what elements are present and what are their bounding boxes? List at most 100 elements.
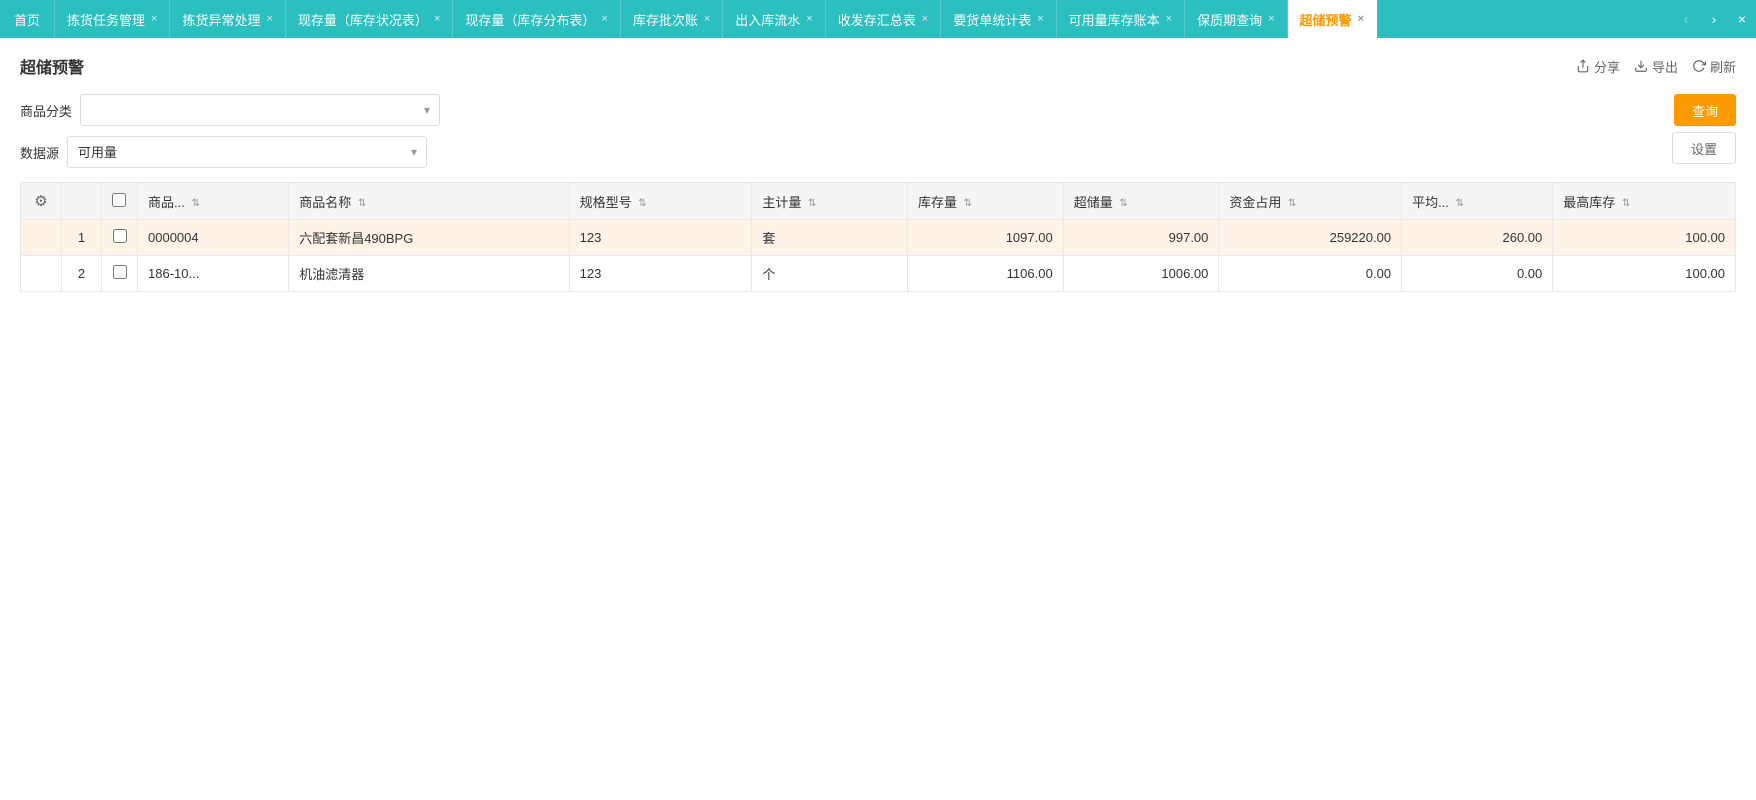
nav-item-collect[interactable]: 收发存汇总表 ×	[826, 0, 941, 38]
td-unit: 个	[752, 256, 908, 292]
close-tab-icon[interactable]: ×	[434, 13, 440, 25]
settings-icon[interactable]: ⚙	[31, 191, 51, 211]
td-stock: 1106.00	[908, 256, 1064, 292]
nav-arrows: ‹ › ×	[1672, 0, 1756, 38]
page-title: 超储预警	[20, 54, 84, 78]
td-stock: 1097.00	[908, 220, 1064, 256]
filter-category-group: 商品分类	[20, 94, 440, 126]
nav-label: 现存量（库存分布表）	[465, 10, 595, 29]
nav-label: 现存量（库存状况表）	[298, 10, 428, 29]
sort-icon: ⇅	[1622, 198, 1630, 209]
th-unit[interactable]: 主计量 ⇅	[752, 183, 908, 220]
datasource-select[interactable]: 可用量 实际库存	[67, 136, 427, 168]
td-overstock: 1006.00	[1063, 256, 1219, 292]
sort-icon: ⇅	[808, 198, 816, 209]
th-settings[interactable]: ⚙	[21, 183, 62, 220]
th-index	[62, 183, 102, 220]
nav-item-stock-dist[interactable]: 现存量（库存分布表） ×	[453, 0, 620, 38]
nav-label: 收发存汇总表	[838, 10, 916, 29]
th-max-stock[interactable]: 最高库存 ⇅	[1553, 183, 1736, 220]
table-row: 1 0000004 六配套新昌490BPG 123 套 1097.00 997.…	[21, 220, 1736, 256]
table-row: 2 186-10... 机油滤清器 123 个 1106.00 1006.00 …	[21, 256, 1736, 292]
sort-icon: ⇅	[638, 198, 646, 209]
query-button[interactable]: 查询	[1674, 94, 1736, 126]
th-product-code[interactable]: 商品... ⇅	[138, 183, 289, 220]
filter-datasource-group: 数据源 可用量 实际库存	[20, 136, 440, 168]
close-tab-icon[interactable]: ×	[1166, 13, 1172, 25]
nav-prev-button[interactable]: ‹	[1672, 0, 1700, 38]
td-unit: 套	[752, 220, 908, 256]
select-all-checkbox[interactable]	[112, 193, 126, 207]
td-product-name: 机油滤清器	[289, 256, 569, 292]
td-capital: 0.00	[1219, 256, 1402, 292]
home-label: 首页	[14, 10, 40, 29]
nav-item-task-manage[interactable]: 拣货任务管理 ×	[55, 0, 170, 38]
table-wrap: ⚙ 商品... ⇅ 商品名称 ⇅ 规格型号	[20, 182, 1736, 292]
nav-label: 出入库流水	[735, 10, 800, 29]
td-empty	[21, 220, 62, 256]
refresh-button[interactable]: 刷新	[1692, 57, 1736, 76]
td-empty	[21, 256, 62, 292]
nav-item-quality[interactable]: 保质期查询 ×	[1185, 0, 1287, 38]
nav-next-button[interactable]: ›	[1700, 0, 1728, 38]
close-tab-icon[interactable]: ×	[1358, 13, 1364, 25]
td-index: 2	[62, 256, 102, 292]
sort-icon: ⇅	[1456, 198, 1464, 209]
nav-label: 要货单统计表	[953, 10, 1031, 29]
nav-label: 保质期查询	[1197, 10, 1262, 29]
nav-item-stock-status[interactable]: 现存量（库存状况表） ×	[286, 0, 453, 38]
th-stock[interactable]: 库存量 ⇅	[908, 183, 1064, 220]
sort-icon: ⇅	[191, 198, 199, 209]
td-index: 1	[62, 220, 102, 256]
th-avg[interactable]: 平均... ⇅	[1402, 183, 1553, 220]
th-spec[interactable]: 规格型号 ⇅	[569, 183, 752, 220]
export-button[interactable]: 导出	[1634, 57, 1678, 76]
setting-button[interactable]: 设置	[1672, 132, 1736, 164]
nav-item-inout-flow[interactable]: 出入库流水 ×	[723, 0, 825, 38]
td-spec: 123	[569, 220, 752, 256]
export-icon	[1634, 59, 1648, 73]
category-label: 商品分类	[20, 101, 72, 120]
close-tab-icon[interactable]: ×	[806, 13, 812, 25]
close-tab-icon[interactable]: ×	[601, 13, 607, 25]
close-tab-icon[interactable]: ×	[151, 13, 157, 25]
td-avg: 0.00	[1402, 256, 1553, 292]
nav-item-batch[interactable]: 库存批次账 ×	[621, 0, 723, 38]
td-max-stock: 100.00	[1553, 256, 1736, 292]
nav-label: 可用量库存账本	[1069, 10, 1160, 29]
nav-item-order-stat[interactable]: 要货单统计表 ×	[941, 0, 1056, 38]
row-checkbox[interactable]	[113, 229, 127, 243]
page-header: 超储预警 分享 导出 刷新	[20, 54, 1736, 78]
nav-label: 拣货任务管理	[67, 10, 145, 29]
nav-item-avail-stock[interactable]: 可用量库存账本 ×	[1057, 0, 1185, 38]
row-checkbox[interactable]	[113, 265, 127, 279]
nav-item-overstock[interactable]: 超储预警 ×	[1288, 0, 1377, 38]
th-overstock[interactable]: 超储量 ⇅	[1063, 183, 1219, 220]
category-select[interactable]	[80, 94, 440, 126]
nav-close-all-button[interactable]: ×	[1728, 0, 1756, 38]
nav-home[interactable]: 首页	[0, 0, 55, 38]
td-checkbox	[102, 220, 138, 256]
th-capital[interactable]: 资金占用 ⇅	[1219, 183, 1402, 220]
share-icon	[1576, 59, 1590, 73]
nav-item-abnormal[interactable]: 拣货异常处理 ×	[170, 0, 285, 38]
td-avg: 260.00	[1402, 220, 1553, 256]
td-product-name: 六配套新昌490BPG	[289, 220, 569, 256]
th-product-name[interactable]: 商品名称 ⇅	[289, 183, 569, 220]
close-tab-icon[interactable]: ×	[704, 13, 710, 25]
datasource-select-wrap: 可用量 实际库存	[67, 136, 427, 168]
category-select-wrap	[80, 94, 440, 126]
close-tab-icon[interactable]: ×	[266, 13, 272, 25]
sort-icon: ⇅	[964, 198, 972, 209]
page-content: 超储预警 分享 导出 刷新	[0, 38, 1756, 308]
close-tab-icon[interactable]: ×	[1268, 13, 1274, 25]
top-nav: 首页 拣货任务管理 × 拣货异常处理 × 现存量（库存状况表） × 现存量（库存…	[0, 0, 1756, 38]
nav-label: 拣货异常处理	[182, 10, 260, 29]
td-product-code: 186-10...	[138, 256, 289, 292]
table-body: 1 0000004 六配套新昌490BPG 123 套 1097.00 997.…	[21, 220, 1736, 292]
main-table: ⚙ 商品... ⇅ 商品名称 ⇅ 规格型号	[20, 182, 1736, 292]
close-tab-icon[interactable]: ×	[922, 13, 928, 25]
share-button[interactable]: 分享	[1576, 57, 1620, 76]
td-checkbox	[102, 256, 138, 292]
close-tab-icon[interactable]: ×	[1037, 13, 1043, 25]
